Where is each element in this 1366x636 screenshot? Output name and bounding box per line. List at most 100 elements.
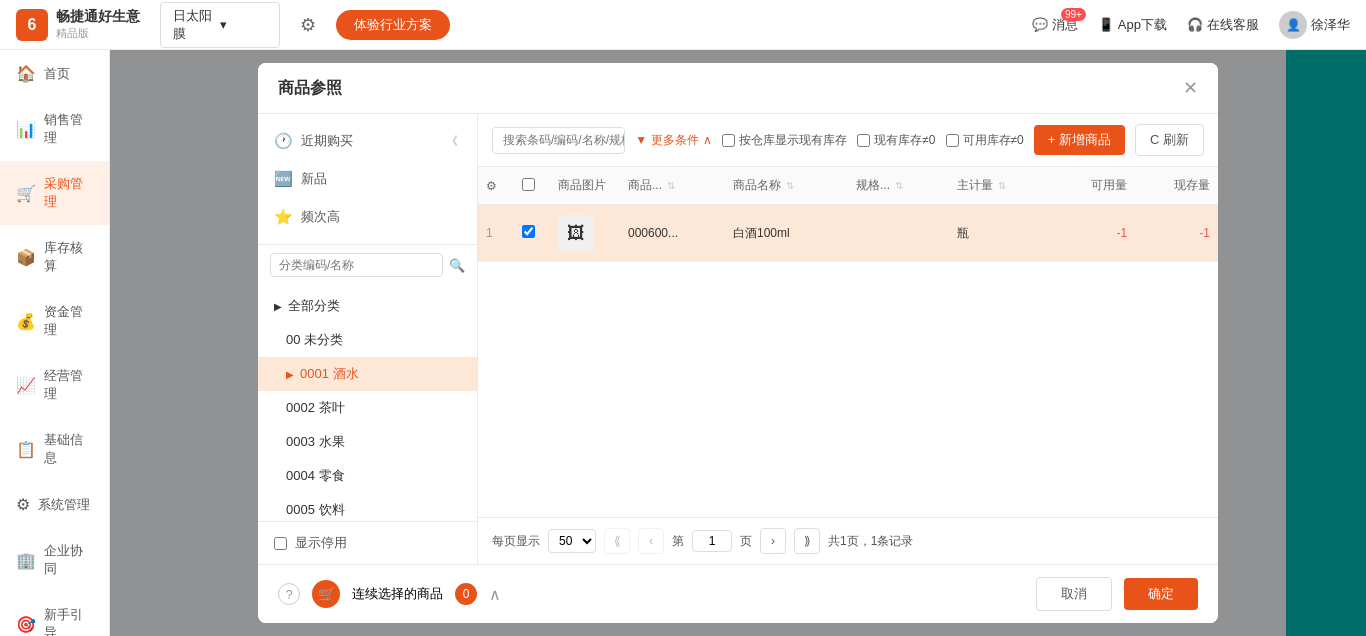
clock-icon: 🕐: [274, 132, 293, 150]
select-all-checkbox[interactable]: [522, 178, 535, 191]
left-tabs: 🕐 近期购买 《 🆕 新品 ⭐ 频次高: [258, 114, 477, 245]
add-product-button[interactable]: + 新增商品: [1034, 125, 1125, 155]
table-row[interactable]: 1 🖼 000600...: [478, 205, 1218, 262]
next-page-button[interactable]: ›: [760, 528, 786, 554]
settings-icon[interactable]: ⚙: [292, 9, 324, 41]
app-download-nav-item[interactable]: 📱 App下载: [1098, 16, 1167, 34]
modal-right-panel: 🔍 ▼ 更多条件 ∧ 按仓库显示现有库存: [478, 114, 1218, 564]
refresh-button[interactable]: C 刷新: [1135, 124, 1204, 156]
sidebar-item-enterprise[interactable]: 🏢 企业协同: [0, 528, 109, 592]
new-icon: 🆕: [274, 170, 293, 188]
phone-icon: 📱: [1098, 17, 1114, 32]
collapse-footer-button[interactable]: ∧: [489, 585, 501, 604]
collapse-left-button[interactable]: 《: [443, 132, 461, 150]
avatar: 👤: [1279, 11, 1307, 39]
prev-page-button[interactable]: ‹: [638, 528, 664, 554]
modal-body: 🕐 近期购买 《 🆕 新品 ⭐ 频次高: [258, 114, 1218, 564]
cancel-button[interactable]: 取消: [1036, 577, 1112, 611]
cat-item-5[interactable]: 0005 饮料: [258, 493, 477, 521]
sort-icon: ⇅: [895, 180, 903, 191]
continuous-label: 连续选择的商品: [352, 585, 443, 603]
cat-item-3[interactable]: 0003 水果: [258, 425, 477, 459]
sidebar-label: 资金管理: [44, 303, 93, 339]
sidebar: 🏠 首页 📊 销售管理 🛒 采购管理 📦 库存核算 💰 资金管理 📈 经营管理 …: [0, 50, 110, 636]
modal-header: 商品参照 ✕: [258, 63, 1218, 114]
row-checkbox-cell[interactable]: [514, 205, 550, 262]
col-code[interactable]: 商品... ⇅: [620, 167, 725, 205]
col-img: 商品图片: [550, 167, 620, 205]
checkbox-warehouse[interactable]: 按仓库显示现有库存: [722, 132, 847, 149]
col-name[interactable]: 商品名称 ⇅: [725, 167, 848, 205]
row-name: 白酒100ml: [725, 205, 848, 262]
modal-footer: ? 🛒 连续选择的商品 0 ∧ 取消 确定: [258, 564, 1218, 623]
show-disabled-checkbox[interactable]: [274, 537, 287, 550]
service-nav-item[interactable]: 🎧 在线客服: [1187, 16, 1259, 34]
modal-close-button[interactable]: ✕: [1183, 77, 1198, 99]
category-search-icon[interactable]: 🔍: [449, 258, 465, 273]
sidebar-item-finance[interactable]: 💰 资金管理: [0, 289, 109, 353]
checkbox-stock-nonzero[interactable]: 现有库存≠0: [857, 132, 935, 149]
sidebar-item-purchase[interactable]: 🛒 采购管理: [0, 161, 109, 225]
cat-item-4[interactable]: 0004 零食: [258, 459, 477, 493]
col-spec[interactable]: 规格... ⇅: [848, 167, 949, 205]
help-icon[interactable]: ?: [278, 583, 300, 605]
sidebar-label: 经营管理: [44, 367, 93, 403]
per-page-select[interactable]: 50: [548, 529, 596, 553]
cat-item-0[interactable]: 00 未分类: [258, 323, 477, 357]
sidebar-item-system[interactable]: ⚙ 系统管理: [0, 481, 109, 528]
filter-button[interactable]: ▼ 更多条件 ∧: [635, 132, 712, 149]
cat-item-all[interactable]: ▶ 全部分类: [258, 289, 477, 323]
sidebar-label: 库存核算: [44, 239, 93, 275]
sidebar-item-guide[interactable]: 🎯 新手引导: [0, 592, 109, 636]
col-checkbox[interactable]: [514, 167, 550, 205]
row-spec: [848, 205, 949, 262]
warehouse-checkbox[interactable]: [722, 134, 735, 147]
cat-item-1[interactable]: ▶ 0001 酒水: [258, 357, 477, 391]
product-search-input[interactable]: [493, 128, 625, 152]
cta-button[interactable]: 体验行业方案: [336, 10, 450, 40]
stock-nonzero-checkbox[interactable]: [857, 134, 870, 147]
sidebar-label: 企业协同: [44, 542, 93, 578]
modal-overlay: 商品参照 ✕ 🕐 近期购买 《 🆕 新品: [110, 50, 1366, 636]
sidebar-item-inventory[interactable]: 📦 库存核算: [0, 225, 109, 289]
checkbox-available-nonzero[interactable]: 可用库存≠0: [946, 132, 1024, 149]
message-icon: 💬: [1032, 17, 1048, 32]
tab-recent[interactable]: 🕐 近期购买 《: [258, 122, 477, 160]
sidebar-item-home[interactable]: 🏠 首页: [0, 50, 109, 97]
sort-icon: ⇅: [998, 180, 1006, 191]
sidebar-label: 系统管理: [38, 496, 90, 514]
sidebar-item-sales[interactable]: 📊 销售管理: [0, 97, 109, 161]
col-settings[interactable]: ⚙: [478, 167, 514, 205]
sidebar-label: 采购管理: [44, 175, 93, 211]
page-number-input[interactable]: [692, 530, 732, 552]
sidebar-item-base-info[interactable]: 📋 基础信息: [0, 417, 109, 481]
confirm-button[interactable]: 确定: [1124, 578, 1198, 610]
row-unit: 瓶: [949, 205, 1053, 262]
top-nav: 6 畅捷通好生意 精品版 日太阳膜 ▾ ⚙ 体验行业方案 💬 消息 99+ 📱 …: [0, 0, 1366, 50]
trending-icon: 📈: [16, 376, 36, 395]
tab-frequent[interactable]: ⭐ 频次高: [258, 198, 477, 236]
col-unit[interactable]: 主计量 ⇅: [949, 167, 1053, 205]
store-dropdown[interactable]: 日太阳膜 ▾: [160, 2, 280, 48]
box-icon: 📦: [16, 248, 36, 267]
col-img-label: 商品图片: [558, 178, 606, 192]
sidebar-item-operation[interactable]: 📈 经营管理: [0, 353, 109, 417]
sort-icon: ⇅: [667, 180, 675, 191]
gear-icon: ⚙: [16, 495, 30, 514]
last-page-button[interactable]: ⟫: [794, 528, 820, 554]
message-nav-item[interactable]: 💬 消息 99+: [1032, 16, 1078, 34]
guide-icon: 🎯: [16, 615, 36, 634]
star-icon: ⭐: [274, 208, 293, 226]
category-search-input[interactable]: [270, 253, 443, 277]
money-icon: 💰: [16, 312, 36, 331]
cat-item-2[interactable]: 0002 茶叶: [258, 391, 477, 425]
first-page-button[interactable]: ⟪: [604, 528, 630, 554]
user-nav-item[interactable]: 👤 徐泽华: [1279, 11, 1350, 39]
row-checkbox[interactable]: [522, 225, 535, 238]
brand-text: 畅捷通好生意 精品版: [56, 8, 140, 41]
available-nonzero-checkbox[interactable]: [946, 134, 959, 147]
row-available: -1: [1053, 205, 1136, 262]
table-header-row: ⚙ 商品图片 商品... ⇅: [478, 167, 1218, 205]
product-search-bar[interactable]: 🔍: [492, 127, 625, 154]
tab-new[interactable]: 🆕 新品: [258, 160, 477, 198]
